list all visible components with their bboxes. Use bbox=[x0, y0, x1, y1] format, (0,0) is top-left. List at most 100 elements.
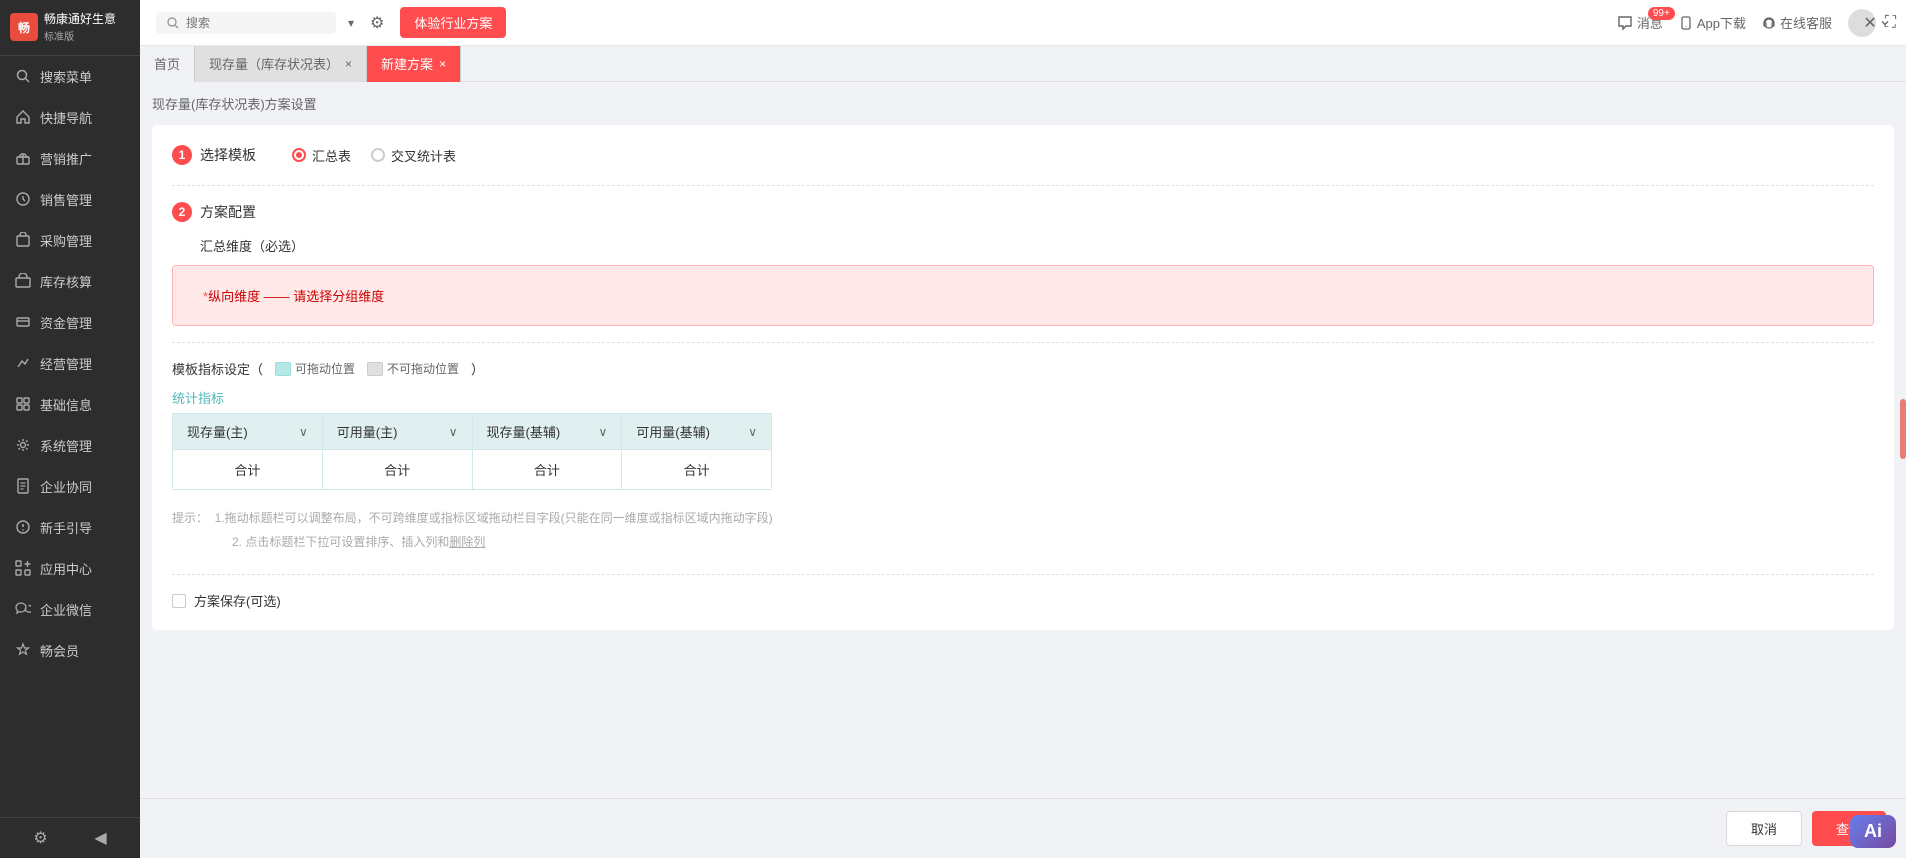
tab-home[interactable]: 首页 bbox=[140, 46, 195, 82]
search-dropdown[interactable]: ▾ bbox=[348, 16, 354, 30]
warning-area: *纵向维度 —— 请选择分组维度 bbox=[172, 265, 1874, 326]
statistics-section: 统计指标 现存量(主) ∨ 合计 bbox=[172, 388, 1874, 490]
sidebar-item-label: 经营管理 bbox=[40, 354, 92, 373]
window-controls: ✕ ⛶ bbox=[1863, 0, 1896, 46]
tab-new-plan[interactable]: 新建方案 × bbox=[367, 46, 461, 82]
collapse-icon[interactable]: ◀ bbox=[94, 828, 106, 848]
sidebar-item-label: 库存核算 bbox=[40, 272, 92, 291]
chevron-down-icon-3: ∨ bbox=[598, 425, 607, 439]
operation-icon bbox=[14, 354, 32, 372]
legend-non-draggable-label: 不可拖动位置 bbox=[387, 360, 459, 377]
sidebar-item-contract[interactable]: 企业协同 bbox=[0, 466, 140, 507]
sidebar-item-member[interactable]: 畅会员 bbox=[0, 630, 140, 671]
tab-inventory-status[interactable]: 现存量（库存状况表） × bbox=[195, 46, 367, 82]
sidebar-item-newguide[interactable]: 新手引导 bbox=[0, 507, 140, 548]
trial-button[interactable]: 体验行业方案 bbox=[400, 7, 506, 38]
tips-section: 提示： 1.拖动标题栏可以调整布局，不可跨维度或指标区域拖动栏目字段(只能在同一… bbox=[172, 506, 1874, 554]
headset-icon bbox=[1762, 16, 1776, 30]
stat-col-4-header[interactable]: 可用量(基辅) ∨ bbox=[622, 414, 771, 450]
chevron-down-icon-4: ∨ bbox=[748, 425, 757, 439]
ai-badge[interactable]: Ai bbox=[1850, 815, 1896, 848]
sidebar-item-marketing[interactable]: 营销推广 bbox=[0, 138, 140, 179]
sidebar-item-system[interactable]: 系统管理 bbox=[0, 425, 140, 466]
legend-non-draggable: 不可拖动位置 bbox=[367, 360, 459, 377]
statistics-label: 统计指标 bbox=[172, 388, 1874, 407]
divider-1 bbox=[172, 185, 1874, 186]
mobile-icon bbox=[1679, 16, 1693, 30]
save-checkbox[interactable] bbox=[172, 594, 186, 608]
settings-icon[interactable]: ⚙ bbox=[370, 13, 384, 33]
main-content: ▾ ⚙ 体验行业方案 消息 99+ App下载 在线客服 bbox=[140, 0, 1906, 858]
draggable-box bbox=[275, 362, 291, 376]
sidebar-item-label: 系统管理 bbox=[40, 436, 92, 455]
purchase-icon bbox=[14, 231, 32, 249]
sales-icon bbox=[14, 190, 32, 208]
search-input[interactable] bbox=[186, 16, 306, 30]
settings-bottom-icon[interactable]: ⚙ bbox=[33, 828, 47, 848]
sidebar-item-finance[interactable]: 资金管理 bbox=[0, 302, 140, 343]
divider-3 bbox=[172, 574, 1874, 575]
search-box[interactable] bbox=[156, 12, 336, 34]
app-logo: 畅 畅康通好生意 标准版 bbox=[0, 0, 140, 56]
tips-line-2: 2. 点击标题栏下拉可设置排序、插入列和删除列 bbox=[232, 530, 1874, 554]
stat-col-3-header[interactable]: 现存量(基辅) ∨ bbox=[473, 414, 622, 450]
template-options: 汇总表 交叉统计表 bbox=[292, 146, 456, 165]
stat-col-2-body: 合计 bbox=[323, 450, 472, 489]
radio-summary-dot bbox=[292, 148, 306, 162]
stat-col-3: 现存量(基辅) ∨ 合计 bbox=[473, 414, 623, 489]
stat-col-4-body: 合计 bbox=[622, 450, 771, 489]
newguide-icon bbox=[14, 518, 32, 536]
sidebar-item-operation[interactable]: 经营管理 bbox=[0, 343, 140, 384]
radio-summary-label: 汇总表 bbox=[312, 146, 351, 165]
cancel-button[interactable]: 取消 bbox=[1726, 811, 1802, 846]
scroll-indicator bbox=[1900, 399, 1906, 459]
message-button[interactable]: 消息 99+ bbox=[1617, 13, 1663, 32]
search-menu-icon bbox=[14, 67, 32, 85]
appcenter-icon bbox=[14, 559, 32, 577]
sidebar-item-appcenter[interactable]: 应用中心 bbox=[0, 548, 140, 589]
step1-title: 选择模板 bbox=[200, 145, 256, 165]
logo-text: 畅康通好生意 标准版 bbox=[44, 12, 116, 43]
sidebar-item-label: 快捷导航 bbox=[40, 108, 92, 127]
sidebar-item-quicknav[interactable]: 快捷导航 bbox=[0, 97, 140, 138]
close-icon[interactable]: ✕ bbox=[1863, 13, 1876, 33]
sidebar: 畅 畅康通好生意 标准版 搜索菜单 快捷导航 营销推广 bbox=[0, 0, 140, 858]
stat-col-2-header[interactable]: 可用量(主) ∨ bbox=[323, 414, 472, 450]
member-icon bbox=[14, 641, 32, 659]
step1-header: 1 选择模板 汇总表 交叉统计表 bbox=[172, 145, 1874, 165]
non-draggable-box bbox=[367, 362, 383, 376]
sidebar-menu: 搜索菜单 快捷导航 营销推广 销售管理 采购管理 bbox=[0, 56, 140, 817]
sidebar-item-label: 搜索菜单 bbox=[40, 67, 92, 86]
tab-close-new-plan[interactable]: × bbox=[439, 57, 446, 71]
online-service-button[interactable]: 在线客服 bbox=[1762, 13, 1832, 32]
sidebar-item-wechat[interactable]: 企业微信 bbox=[0, 589, 140, 630]
sidebar-item-purchase[interactable]: 采购管理 bbox=[0, 220, 140, 261]
indicator-label-suffix: ） bbox=[471, 359, 484, 378]
radio-summary[interactable]: 汇总表 bbox=[292, 146, 351, 165]
sidebar-item-basic[interactable]: 基础信息 bbox=[0, 384, 140, 425]
sidebar-item-search[interactable]: 搜索菜单 bbox=[0, 56, 140, 97]
step2-title: 方案配置 bbox=[200, 202, 256, 222]
app-download-button[interactable]: App下载 bbox=[1679, 13, 1746, 32]
legend-draggable-label: 可拖动位置 bbox=[295, 360, 355, 377]
divider-2 bbox=[172, 342, 1874, 343]
sidebar-item-label: 畅会员 bbox=[40, 641, 79, 660]
sidebar-item-sales[interactable]: 销售管理 bbox=[0, 179, 140, 220]
sidebar-item-inventory[interactable]: 库存核算 bbox=[0, 261, 140, 302]
indicator-label-text: 模板指标设定（ bbox=[172, 359, 263, 378]
message-icon bbox=[1617, 15, 1633, 31]
stat-col-2-label: 可用量(主) bbox=[337, 422, 398, 441]
sidebar-item-label: 采购管理 bbox=[40, 231, 92, 250]
topbar-right: 消息 99+ App下载 在线客服 bbox=[1617, 9, 1890, 37]
radio-crosstab[interactable]: 交叉统计表 bbox=[371, 146, 456, 165]
message-badge: 99+ bbox=[1648, 7, 1675, 20]
topbar: ▾ ⚙ 体验行业方案 消息 99+ App下载 在线客服 bbox=[140, 0, 1906, 46]
stat-col-3-body: 合计 bbox=[473, 450, 622, 489]
stat-col-1-header[interactable]: 现存量(主) ∨ bbox=[173, 414, 322, 450]
stat-table-header: 现存量(主) ∨ 合计 可用量(主) ∨ 合计 bbox=[173, 414, 771, 489]
tab-close-inventory[interactable]: × bbox=[345, 57, 352, 71]
settings-card: 1 选择模板 汇总表 交叉统计表 bbox=[152, 125, 1894, 630]
search-icon bbox=[166, 16, 180, 30]
stat-col-1: 现存量(主) ∨ 合计 bbox=[173, 414, 323, 489]
expand-icon[interactable]: ⛶ bbox=[1885, 14, 1896, 32]
